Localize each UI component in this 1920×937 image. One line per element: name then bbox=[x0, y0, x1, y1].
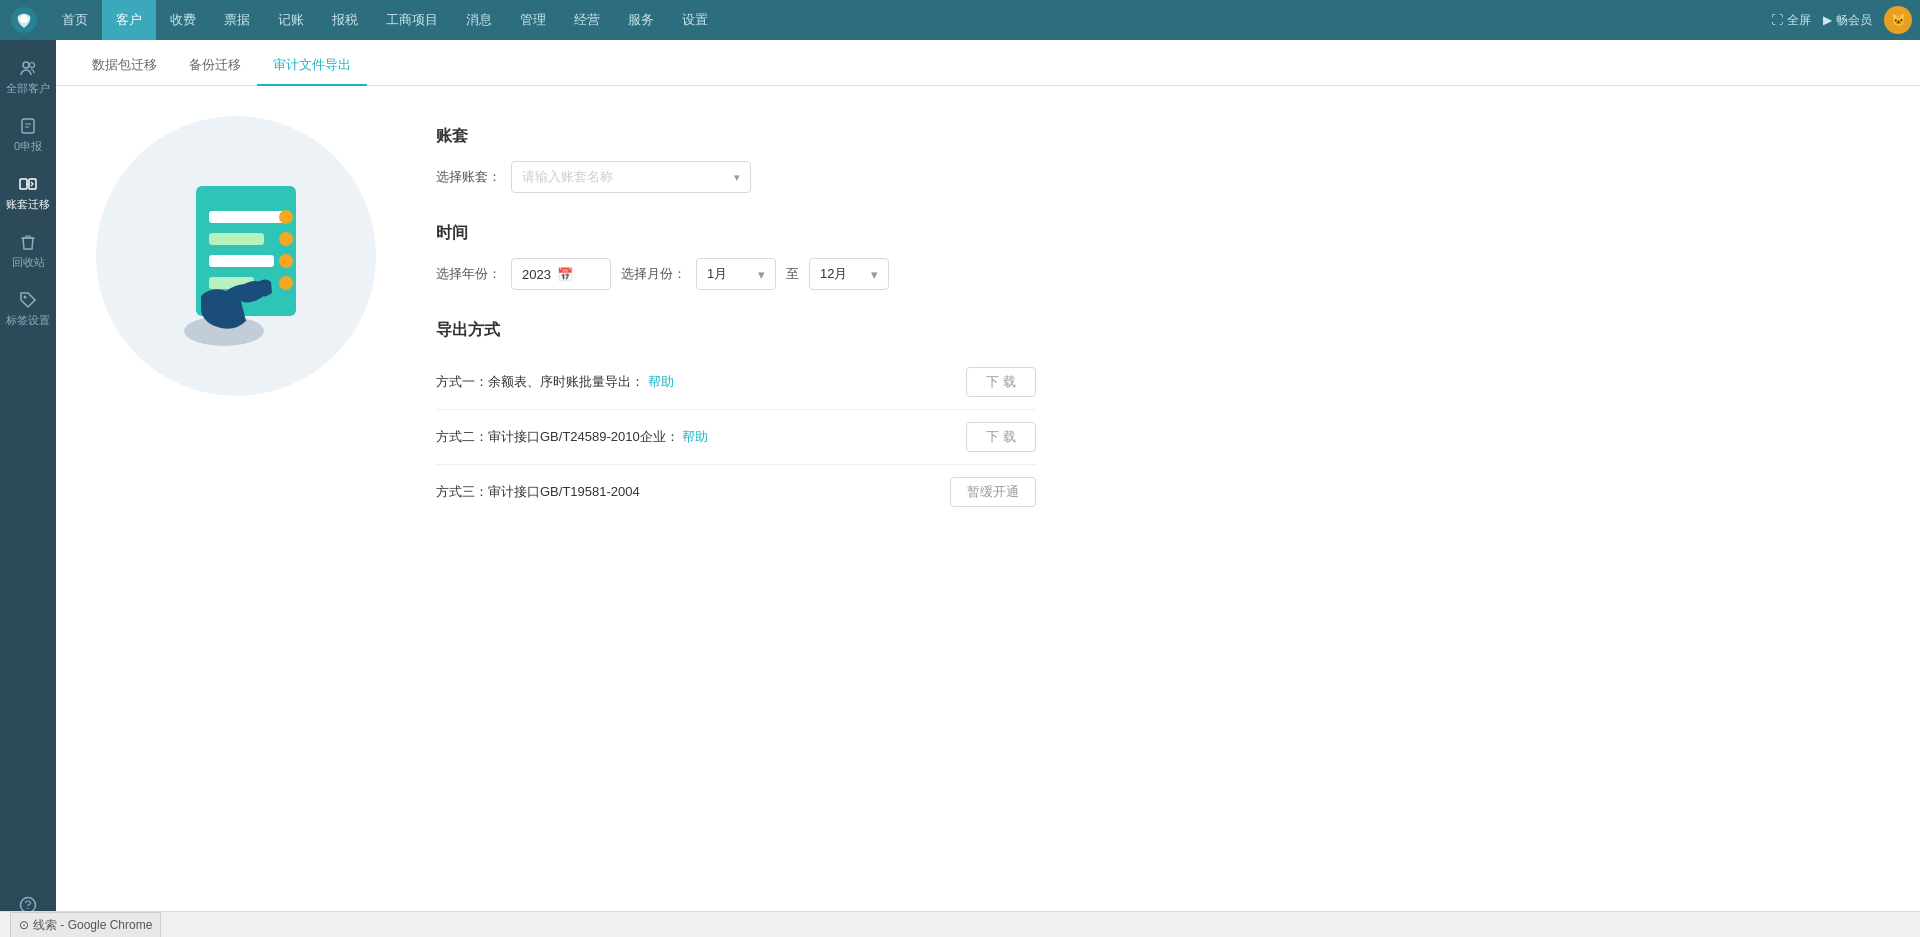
nav-bookkeeping[interactable]: 记账 bbox=[264, 0, 318, 40]
method3-open-button[interactable]: 暂缓开通 bbox=[950, 477, 1036, 507]
zero-report-icon bbox=[18, 116, 38, 136]
nav-service[interactable]: 服务 bbox=[614, 0, 668, 40]
sidebar: 全部客户 0申报 账套迁移 回收站 bbox=[0, 40, 56, 937]
svg-point-16 bbox=[279, 232, 293, 246]
nav-manage[interactable]: 管理 bbox=[506, 0, 560, 40]
chrome-icon: ⊙ bbox=[19, 918, 29, 932]
method3-text: 方式三：审计接口GB/T19581-2004 bbox=[436, 483, 640, 501]
month-to-select[interactable]: 12月 ▾ bbox=[809, 258, 889, 290]
trash-icon bbox=[18, 232, 38, 252]
export-method-3: 方式三：审计接口GB/T19581-2004 暂缓开通 bbox=[436, 465, 1036, 519]
chevron-down-icon: ▾ bbox=[758, 267, 765, 282]
svg-rect-4 bbox=[22, 119, 34, 133]
time-form-row: 选择年份： 2023 📅 选择月份： 1月 ▾ 至 12月 bbox=[436, 258, 1036, 290]
method2-download-button[interactable]: 下 载 bbox=[966, 422, 1036, 452]
year-input[interactable]: 2023 📅 bbox=[511, 258, 611, 290]
method1-download-button[interactable]: 下 载 bbox=[966, 367, 1036, 397]
page-content: 账套 选择账套： 请输入账套名称 ▾ 时间 选择年份： bbox=[56, 86, 1920, 937]
section-divider-1 bbox=[436, 203, 1036, 223]
account-placeholder: 请输入账套名称 bbox=[522, 168, 734, 186]
nav-tax[interactable]: 报税 bbox=[318, 0, 372, 40]
migrate-icon bbox=[18, 174, 38, 194]
user-avatar[interactable]: 🐱 bbox=[1884, 6, 1912, 34]
nav-client[interactable]: 客户 bbox=[102, 0, 156, 40]
nav-charge[interactable]: 收费 bbox=[156, 0, 210, 40]
account-section-title: 账套 bbox=[436, 126, 1036, 147]
chevron-down-icon: ▾ bbox=[734, 171, 740, 184]
sidebar-item-all-clients[interactable]: 全部客户 bbox=[0, 48, 56, 106]
year-label: 选择年份： bbox=[436, 265, 501, 283]
tag-icon bbox=[18, 290, 38, 310]
sidebar-item-zero-report[interactable]: 0申报 bbox=[0, 106, 56, 164]
calendar-icon: 📅 bbox=[557, 267, 573, 282]
svg-point-9 bbox=[27, 908, 28, 909]
svg-rect-11 bbox=[209, 211, 284, 223]
nav-invoice[interactable]: 票据 bbox=[210, 0, 264, 40]
fullscreen-button[interactable]: ⛶ 全屏 bbox=[1771, 12, 1811, 29]
audit-illustration bbox=[146, 156, 326, 356]
month-from-select[interactable]: 1月 ▾ bbox=[696, 258, 776, 290]
play-icon: ▶ bbox=[1823, 13, 1832, 27]
nav-home[interactable]: 首页 bbox=[48, 0, 102, 40]
method1-text: 方式一：余额表、序时账批量导出： 帮助 bbox=[436, 373, 674, 391]
top-navigation: 首页 客户 收费 票据 记账 报税 工商项目 消息 管理 经营 服务 设置 ⛶ … bbox=[0, 0, 1920, 40]
svg-point-1 bbox=[20, 15, 28, 23]
sidebar-item-trash[interactable]: 回收站 bbox=[0, 222, 56, 280]
right-form: 账套 选择账套： 请输入账套名称 ▾ 时间 选择年份： bbox=[436, 116, 1036, 519]
month-label: 选择月份： bbox=[621, 265, 686, 283]
svg-point-2 bbox=[23, 62, 29, 68]
nav-menu: 首页 客户 收费 票据 记账 报税 工商项目 消息 管理 经营 服务 设置 bbox=[48, 0, 1771, 40]
status-bar-chrome-item[interactable]: ⊙ 线索 - Google Chrome bbox=[10, 912, 161, 937]
member-button[interactable]: ▶ 畅会员 bbox=[1823, 12, 1872, 29]
fullscreen-icon: ⛶ bbox=[1771, 13, 1783, 27]
main-layout: 全部客户 0申报 账套迁移 回收站 bbox=[0, 40, 1920, 937]
svg-rect-13 bbox=[209, 255, 274, 267]
tab-backup-migrate[interactable]: 备份迁移 bbox=[173, 56, 257, 86]
account-select-input[interactable]: 请输入账套名称 ▾ bbox=[511, 161, 751, 193]
account-label: 选择账套： bbox=[436, 168, 501, 186]
svg-point-7 bbox=[24, 296, 27, 299]
export-method-1: 方式一：余额表、序时账批量导出： 帮助 下 载 bbox=[436, 355, 1036, 410]
chevron-down-icon: ▾ bbox=[871, 267, 878, 282]
export-section-title: 导出方式 bbox=[436, 320, 1036, 341]
illustration bbox=[96, 116, 376, 396]
to-separator: 至 bbox=[786, 265, 799, 283]
tab-audit-export[interactable]: 审计文件导出 bbox=[257, 56, 367, 86]
sidebar-item-tag-settings[interactable]: 标签设置 bbox=[0, 280, 56, 338]
nav-settings[interactable]: 设置 bbox=[668, 0, 722, 40]
time-section-title: 时间 bbox=[436, 223, 1036, 244]
nav-operation[interactable]: 经营 bbox=[560, 0, 614, 40]
content-area: 数据包迁移 备份迁移 审计文件导出 bbox=[56, 40, 1920, 937]
method2-help-link[interactable]: 帮助 bbox=[682, 429, 708, 444]
tab-bar: 数据包迁移 备份迁移 审计文件导出 bbox=[56, 40, 1920, 86]
sidebar-item-migrate[interactable]: 账套迁移 bbox=[0, 164, 56, 222]
svg-point-18 bbox=[279, 276, 293, 290]
nav-business[interactable]: 工商项目 bbox=[372, 0, 452, 40]
users-icon bbox=[18, 58, 38, 78]
section-divider-2 bbox=[436, 300, 1036, 320]
logo bbox=[8, 4, 40, 36]
nav-message[interactable]: 消息 bbox=[452, 0, 506, 40]
svg-rect-5 bbox=[20, 179, 27, 189]
method1-help-link[interactable]: 帮助 bbox=[648, 374, 674, 389]
inner-layout: 账套 选择账套： 请输入账套名称 ▾ 时间 选择年份： bbox=[96, 116, 1880, 519]
status-bar: ⊙ 线索 - Google Chrome bbox=[0, 911, 1920, 937]
svg-point-3 bbox=[30, 63, 35, 68]
account-form-row: 选择账套： 请输入账套名称 ▾ bbox=[436, 161, 1036, 193]
svg-rect-12 bbox=[209, 233, 264, 245]
svg-point-17 bbox=[279, 254, 293, 268]
tab-data-migrate[interactable]: 数据包迁移 bbox=[76, 56, 173, 86]
export-method-2: 方式二：审计接口GB/T24589-2010企业： 帮助 下 载 bbox=[436, 410, 1036, 465]
nav-right-area: ⛶ 全屏 ▶ 畅会员 🐱 bbox=[1771, 6, 1912, 34]
svg-point-15 bbox=[279, 210, 293, 224]
method2-text: 方式二：审计接口GB/T24589-2010企业： 帮助 bbox=[436, 428, 708, 446]
